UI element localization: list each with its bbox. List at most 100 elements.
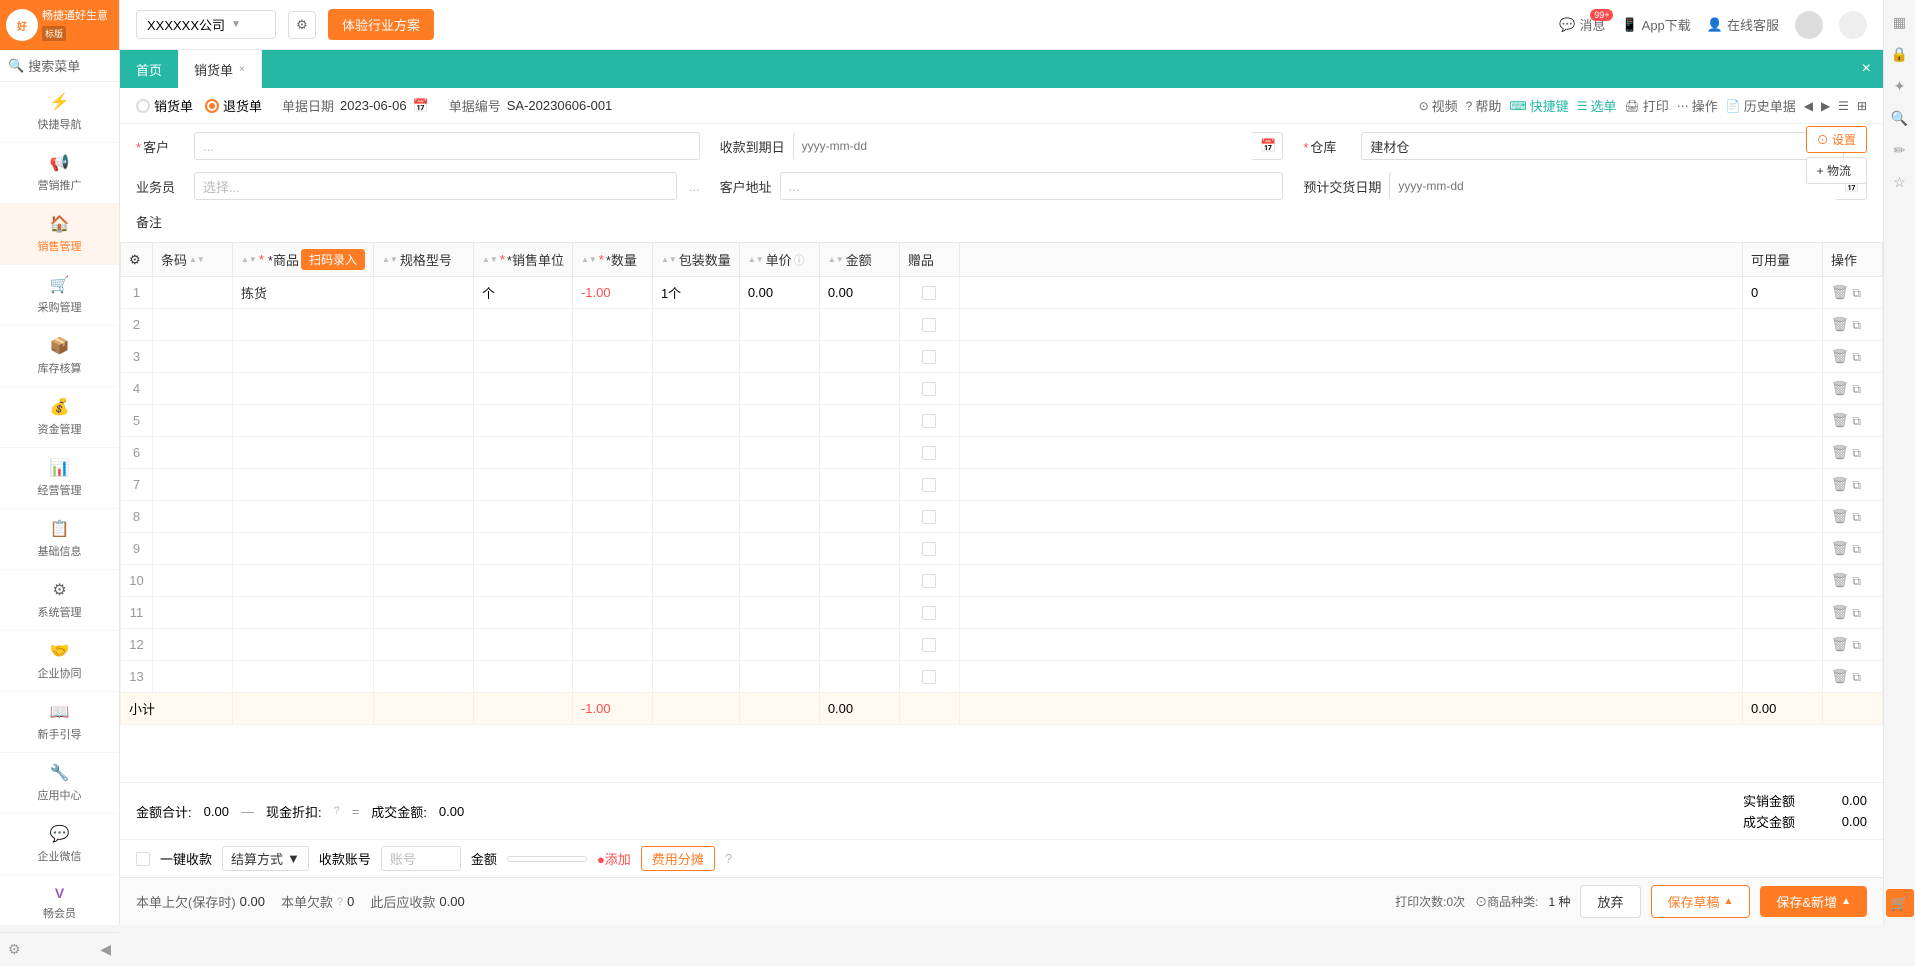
copy-row-button[interactable]: ⧉: [1852, 286, 1861, 300]
cell-price[interactable]: [739, 629, 819, 661]
cell-spec[interactable]: [373, 533, 473, 565]
cell-amount[interactable]: [819, 469, 899, 501]
cell-spec[interactable]: [373, 437, 473, 469]
gift-checkbox[interactable]: [922, 350, 936, 364]
cell-pack[interactable]: [652, 533, 739, 565]
delete-row-button[interactable]: 🗑: [1831, 540, 1849, 556]
cell-price[interactable]: [739, 405, 819, 437]
cell-barcode[interactable]: [153, 405, 233, 437]
cell-barcode[interactable]: [153, 277, 233, 309]
cell-spec[interactable]: [373, 373, 473, 405]
cell-product[interactable]: [233, 565, 374, 597]
delete-row-button[interactable]: 🗑: [1831, 444, 1849, 460]
right-panel-icon-1[interactable]: ▦: [1886, 8, 1914, 36]
cell-gift[interactable]: [899, 341, 959, 373]
cell-product[interactable]: [233, 437, 374, 469]
cell-qty[interactable]: [572, 533, 652, 565]
th-amount[interactable]: ▲▼金额: [819, 243, 899, 277]
cell-barcode[interactable]: [153, 597, 233, 629]
cell-amount[interactable]: [819, 373, 899, 405]
cell-qty[interactable]: [572, 437, 652, 469]
cell-unit[interactable]: [473, 597, 572, 629]
gift-checkbox[interactable]: [922, 606, 936, 620]
th-spec[interactable]: ▲▼规格型号: [373, 243, 473, 277]
copy-row-button[interactable]: ⧉: [1852, 382, 1861, 396]
cell-unit[interactable]: [473, 437, 572, 469]
save-new-arrow-icon[interactable]: ▲: [1841, 896, 1851, 907]
delete-row-button[interactable]: 🗑: [1831, 668, 1849, 684]
cell-unit[interactable]: [473, 373, 572, 405]
cell-barcode[interactable]: [153, 341, 233, 373]
cell-gift[interactable]: [899, 277, 959, 309]
delete-row-button[interactable]: 🗑: [1831, 380, 1849, 396]
th-pack[interactable]: ▲▼包装数量: [652, 243, 739, 277]
cell-price[interactable]: 0.00: [739, 277, 819, 309]
cell-gift[interactable]: [899, 629, 959, 661]
sidebar-item-member[interactable]: V 畅会员: [0, 875, 119, 932]
cell-amount[interactable]: [819, 533, 899, 565]
cell-amount[interactable]: [819, 437, 899, 469]
sidebar-item-marketing[interactable]: 📢 营销推广: [0, 143, 119, 204]
cell-product[interactable]: [233, 533, 374, 565]
gift-checkbox[interactable]: [922, 510, 936, 524]
sidebar-item-search[interactable]: 🔍 搜索菜单: [0, 50, 119, 82]
help-button[interactable]: ? 帮助: [1466, 96, 1502, 115]
cell-price[interactable]: [739, 341, 819, 373]
cell-product[interactable]: [233, 373, 374, 405]
cell-spec[interactable]: [373, 661, 473, 693]
th-unit[interactable]: ▲▼ * *销售单位: [473, 243, 572, 277]
cell-unit[interactable]: [473, 565, 572, 597]
shortage-info-icon[interactable]: ?: [337, 896, 343, 908]
cell-pack[interactable]: [652, 597, 739, 629]
cell-price[interactable]: [739, 501, 819, 533]
app-download-button[interactable]: 📱 App下载: [1621, 15, 1690, 34]
cell-spec[interactable]: [373, 341, 473, 373]
cell-amount[interactable]: [819, 341, 899, 373]
cell-gift[interactable]: [899, 405, 959, 437]
copy-row-button[interactable]: ⧉: [1852, 478, 1861, 492]
cell-gift[interactable]: [899, 661, 959, 693]
cell-unit[interactable]: [473, 469, 572, 501]
print-button[interactable]: 🖨 打印: [1624, 96, 1668, 115]
add-button[interactable]: ●添加: [597, 849, 631, 868]
cell-qty[interactable]: [572, 469, 652, 501]
gift-checkbox[interactable]: [922, 318, 936, 332]
cell-qty[interactable]: [572, 565, 652, 597]
sidebar-item-inventory[interactable]: 📦 库存核算: [0, 326, 119, 387]
radio-return-order[interactable]: 退货单: [205, 96, 262, 115]
due-date-calendar-icon[interactable]: 📅: [1254, 138, 1282, 154]
gift-checkbox[interactable]: [922, 542, 936, 556]
cell-unit[interactable]: [473, 501, 572, 533]
cell-spec[interactable]: [373, 501, 473, 533]
account-input[interactable]: 账号: [381, 846, 461, 871]
gift-checkbox[interactable]: [922, 382, 936, 396]
gift-checkbox[interactable]: [922, 638, 936, 652]
th-settings[interactable]: ⚙: [121, 243, 153, 277]
delete-row-button[interactable]: 🗑: [1831, 508, 1849, 524]
cell-amount[interactable]: [819, 309, 899, 341]
cell-qty[interactable]: [572, 341, 652, 373]
right-panel-icon-2[interactable]: 🔒: [1886, 40, 1914, 68]
barcode-sort[interactable]: ▲▼: [189, 255, 205, 264]
gift-checkbox[interactable]: [922, 286, 936, 300]
cell-gift[interactable]: [899, 469, 959, 501]
save-new-button[interactable]: 保存&新增 ▲: [1760, 886, 1867, 917]
customer-addr-input[interactable]: ...: [780, 172, 1284, 200]
cell-price[interactable]: [739, 469, 819, 501]
cell-product[interactable]: [233, 469, 374, 501]
th-product[interactable]: ▲▼ * *商品 扫码录入: [233, 243, 374, 277]
cell-product[interactable]: [233, 597, 374, 629]
cell-unit[interactable]: 个: [473, 277, 572, 309]
cell-amount[interactable]: [819, 661, 899, 693]
cell-barcode[interactable]: [153, 501, 233, 533]
cell-barcode[interactable]: [153, 661, 233, 693]
th-barcode[interactable]: 条码▲▼: [153, 243, 233, 277]
cell-spec[interactable]: [373, 309, 473, 341]
cell-amount[interactable]: [819, 501, 899, 533]
history-button[interactable]: 📄 历史单据: [1726, 96, 1796, 115]
scan-barcode-button[interactable]: 扫码录入: [301, 249, 365, 270]
copy-row-button[interactable]: ⧉: [1852, 670, 1861, 684]
settings-action-button[interactable]: ⊙ 设置: [1806, 126, 1867, 153]
cell-product[interactable]: [233, 309, 374, 341]
th-price[interactable]: ▲▼单价ⓘ: [739, 243, 819, 277]
